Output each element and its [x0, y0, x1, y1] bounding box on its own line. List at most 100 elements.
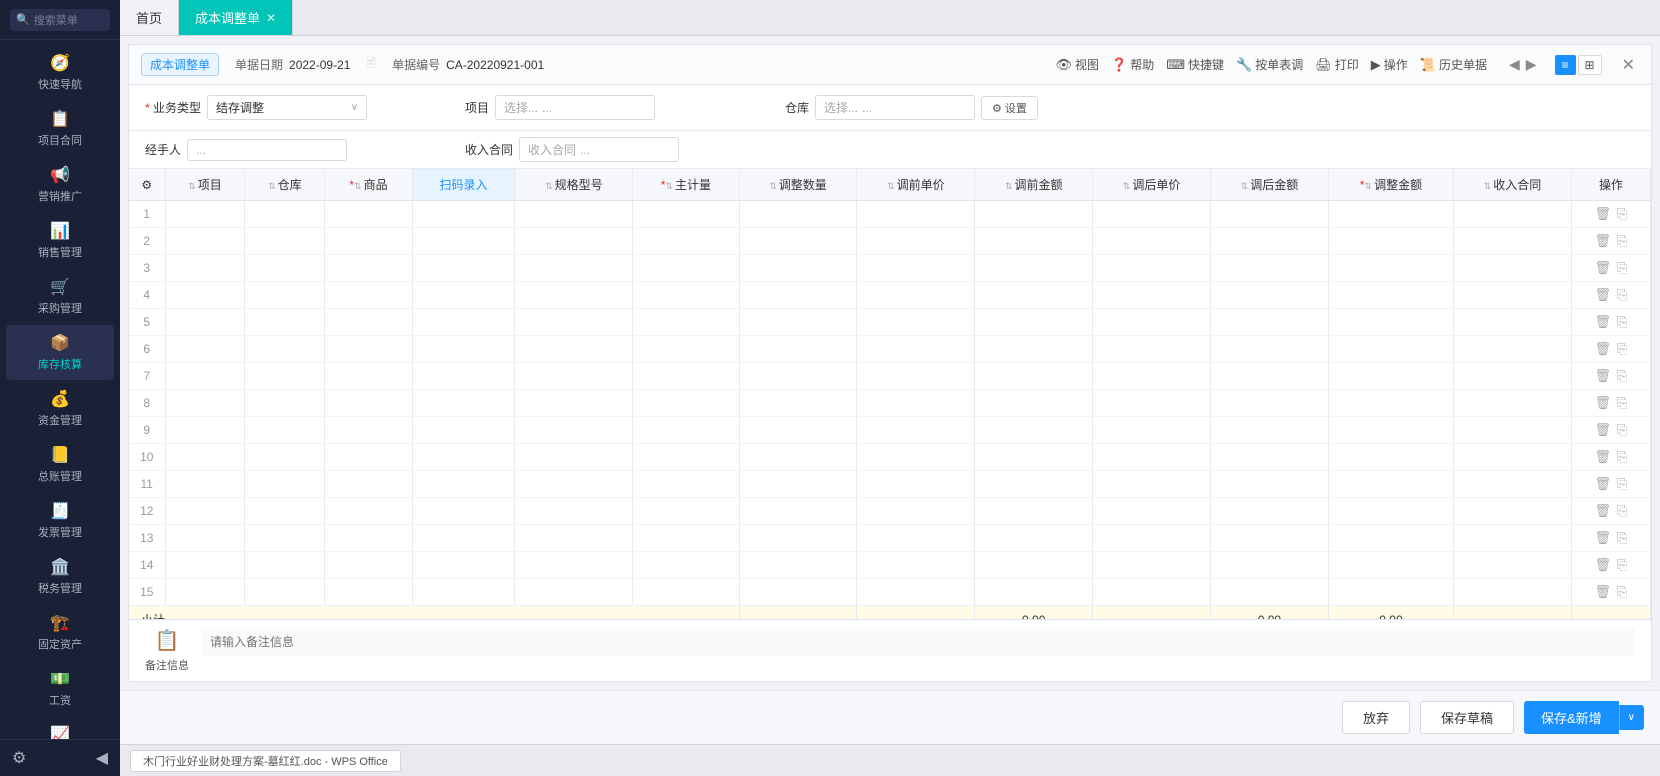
- row-12-project[interactable]: [165, 498, 245, 525]
- row-12-warehouse[interactable]: [245, 498, 325, 525]
- row-15-product[interactable]: [325, 579, 412, 606]
- row-4-product[interactable]: [325, 282, 412, 309]
- row-5-adjust-amount[interactable]: [1328, 309, 1453, 336]
- row-8-adjust-amount[interactable]: [1328, 390, 1453, 417]
- row-4-unit[interactable]: [633, 282, 739, 309]
- copy-icon-11[interactable]: ⎘: [1617, 476, 1627, 492]
- delete-icon-8[interactable]: 🗑: [1595, 395, 1612, 411]
- row-12-scan[interactable]: [412, 498, 515, 525]
- row-5-before-price[interactable]: [857, 309, 975, 336]
- row-7-warehouse[interactable]: [245, 363, 325, 390]
- row-11-product[interactable]: [325, 471, 412, 498]
- row-8-spec[interactable]: [515, 390, 633, 417]
- row-14-adjust-amount[interactable]: [1328, 552, 1453, 579]
- row-9-before-amount[interactable]: [975, 417, 1093, 444]
- row-15-project[interactable]: [165, 579, 245, 606]
- row-9-product[interactable]: [325, 417, 412, 444]
- row-8-product[interactable]: [325, 390, 412, 417]
- row-4-project[interactable]: [165, 282, 245, 309]
- row-12-spec[interactable]: [515, 498, 633, 525]
- handler-input[interactable]: ...: [187, 139, 347, 161]
- row-7-scan[interactable]: [412, 363, 515, 390]
- header-action-operate[interactable]: ▶操作: [1371, 56, 1408, 73]
- row-2-spec[interactable]: [515, 228, 633, 255]
- discard-button[interactable]: 放弃: [1342, 701, 1410, 734]
- row-10-income-contract[interactable]: [1454, 444, 1572, 471]
- row-1-before-price[interactable]: [857, 201, 975, 228]
- settings-icon[interactable]: ⚙: [12, 748, 26, 768]
- row-1-income-contract[interactable]: [1454, 201, 1572, 228]
- row-14-after-price[interactable]: [1093, 552, 1211, 579]
- row-10-adjust-amount[interactable]: [1328, 444, 1453, 471]
- row-6-adjust-qty[interactable]: [739, 336, 857, 363]
- sidebar-item-sales-mgmt[interactable]: 📊销售管理: [6, 213, 114, 268]
- close-button[interactable]: ✕: [1618, 55, 1639, 75]
- row-12-adjust-amount[interactable]: [1328, 498, 1453, 525]
- row-15-scan[interactable]: [412, 579, 515, 606]
- row-1-adjust-amount[interactable]: [1328, 201, 1453, 228]
- row-7-unit[interactable]: [633, 363, 739, 390]
- row-9-project[interactable]: [165, 417, 245, 444]
- copy-icon-4[interactable]: ⎘: [1617, 287, 1627, 303]
- row-13-product[interactable]: [325, 525, 412, 552]
- row-15-spec[interactable]: [515, 579, 633, 606]
- row-12-unit[interactable]: [633, 498, 739, 525]
- delete-icon-1[interactable]: 🗑: [1595, 206, 1612, 222]
- row-9-before-price[interactable]: [857, 417, 975, 444]
- sidebar-item-payroll[interactable]: 💵工资: [6, 661, 114, 716]
- tab-cost-adjust[interactable]: 成本调整单✕: [179, 0, 293, 35]
- row-11-before-amount[interactable]: [975, 471, 1093, 498]
- row-15-after-price[interactable]: [1093, 579, 1211, 606]
- row-3-scan[interactable]: [412, 255, 515, 282]
- row-10-unit[interactable]: [633, 444, 739, 471]
- sidebar-item-purchase-mgmt[interactable]: 🛒采购管理: [6, 269, 114, 324]
- row-4-after-amount[interactable]: [1211, 282, 1329, 309]
- row-7-income-contract[interactable]: [1454, 363, 1572, 390]
- notes-input[interactable]: [201, 628, 1635, 656]
- row-8-before-price[interactable]: [857, 390, 975, 417]
- row-6-unit[interactable]: [633, 336, 739, 363]
- sidebar-search[interactable]: 🔍 搜索菜单: [10, 9, 110, 31]
- header-action-view[interactable]: 👁视图: [1055, 56, 1099, 73]
- delete-icon-6[interactable]: 🗑: [1595, 341, 1612, 357]
- row-14-before-price[interactable]: [857, 552, 975, 579]
- row-14-unit[interactable]: [633, 552, 739, 579]
- notes-icon-area[interactable]: 📋 备注信息: [145, 628, 189, 673]
- row-1-warehouse[interactable]: [245, 201, 325, 228]
- row-7-before-price[interactable]: [857, 363, 975, 390]
- row-10-adjust-qty[interactable]: [739, 444, 857, 471]
- header-action-shortcut[interactable]: ⌨快捷键: [1166, 56, 1224, 73]
- row-8-after-price[interactable]: [1093, 390, 1211, 417]
- sidebar-item-finance[interactable]: 💰资金管理: [6, 381, 114, 436]
- row-9-unit[interactable]: [633, 417, 739, 444]
- header-action-print[interactable]: 🖨打印: [1315, 56, 1359, 73]
- row-4-before-amount[interactable]: [975, 282, 1093, 309]
- sidebar-item-fixed-assets[interactable]: 🏗️固定资产: [6, 605, 114, 660]
- row-4-after-price[interactable]: [1093, 282, 1211, 309]
- row-6-after-price[interactable]: [1093, 336, 1211, 363]
- row-3-adjust-amount[interactable]: [1328, 255, 1453, 282]
- row-10-spec[interactable]: [515, 444, 633, 471]
- row-12-after-price[interactable]: [1093, 498, 1211, 525]
- row-4-warehouse[interactable]: [245, 282, 325, 309]
- row-7-adjust-qty[interactable]: [739, 363, 857, 390]
- row-4-spec[interactable]: [515, 282, 633, 309]
- copy-icon-2[interactable]: ⎘: [1617, 233, 1627, 249]
- row-3-product[interactable]: [325, 255, 412, 282]
- row-14-scan[interactable]: [412, 552, 515, 579]
- row-13-adjust-qty[interactable]: [739, 525, 857, 552]
- row-9-spec[interactable]: [515, 417, 633, 444]
- sidebar-item-sales-promotion[interactable]: 📢营销推广: [6, 157, 114, 212]
- row-14-project[interactable]: [165, 552, 245, 579]
- row-2-scan[interactable]: [412, 228, 515, 255]
- sidebar-item-inventory[interactable]: 📦库存核算: [6, 325, 114, 380]
- view-list[interactable]: ≡: [1555, 55, 1576, 75]
- delete-icon-3[interactable]: 🗑: [1595, 260, 1612, 276]
- delete-icon-4[interactable]: 🗑: [1595, 287, 1612, 303]
- row-8-unit[interactable]: [633, 390, 739, 417]
- delete-icon-14[interactable]: 🗑: [1595, 557, 1612, 573]
- delete-icon-7[interactable]: 🗑: [1595, 368, 1612, 384]
- row-7-project[interactable]: [165, 363, 245, 390]
- row-14-warehouse[interactable]: [245, 552, 325, 579]
- row-3-after-amount[interactable]: [1211, 255, 1329, 282]
